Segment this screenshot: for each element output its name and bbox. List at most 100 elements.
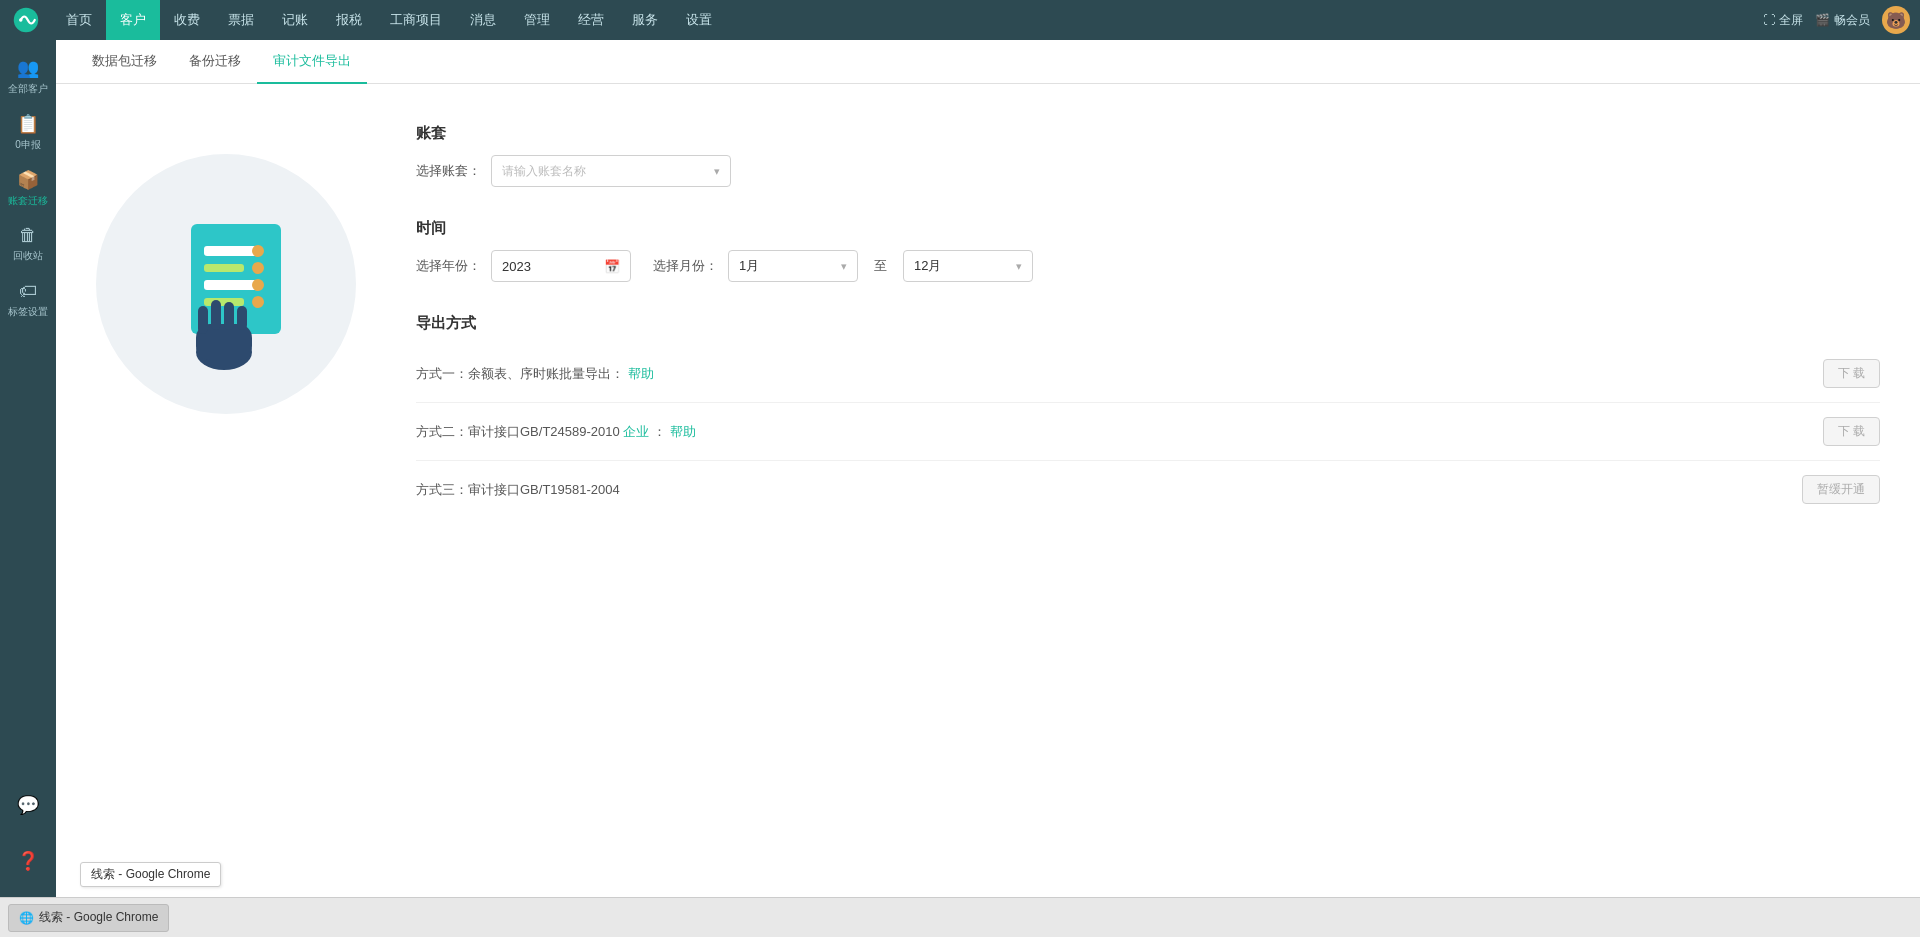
export-method-3-label: 方式三：审计接口GB/T19581-2004 [416, 482, 620, 497]
export-method-2-text: 方式二：审计接口GB/T24589-2010 企业 ： 帮助 [416, 423, 696, 441]
year-label: 选择年份： [416, 257, 481, 275]
all-customers-icon: 👥 [17, 57, 39, 79]
tab-audit-export[interactable]: 审计文件导出 [257, 40, 367, 84]
chrome-icon: 🌐 [19, 911, 34, 925]
nav-item-收费[interactable]: 收费 [160, 0, 214, 40]
time-section-title: 时间 [416, 219, 1880, 238]
page-content: 账套 选择账套： 请输入账套名称 ▾ 时间 选择年份： [56, 84, 1920, 897]
sidebar-item-zero-report[interactable]: 📋 0申报 [2, 106, 54, 158]
export-section: 导出方式 方式一：余额表、序时账批量导出： 帮助 下 载 方式二：审计接口GB/… [416, 314, 1880, 518]
user-avatar[interactable]: 🐻 [1882, 6, 1910, 34]
export-method-1-label: 方式一：余额表、序时账批量导出： [416, 366, 624, 381]
account-section-title: 账套 [416, 124, 1880, 143]
export-method-2-help-link[interactable]: 帮助 [670, 424, 696, 439]
tab-backup-migration-label: 备份迁移 [189, 52, 241, 70]
form-area: 账套 选择账套： 请输入账套名称 ▾ 时间 选择年份： [416, 114, 1880, 518]
illustration-area [96, 154, 356, 414]
nav-item-工商项目[interactable]: 工商项目 [376, 0, 456, 40]
illustration-svg [146, 194, 306, 374]
svg-rect-4 [204, 264, 244, 272]
svg-rect-15 [224, 302, 234, 330]
account-select-dropdown[interactable]: 请输入账套名称 ▾ [491, 155, 731, 187]
nav-item-票据[interactable]: 票据 [214, 0, 268, 40]
vip-button[interactable]: 🎬 畅会员 [1815, 12, 1870, 29]
nav-item-首页[interactable]: 首页 [52, 0, 106, 40]
export-method-3-vip-btn[interactable]: 暂缓开通 [1802, 475, 1880, 504]
sidebar-label-recycle: 回收站 [13, 249, 43, 263]
sidebar-label-all-customers: 全部客户 [8, 82, 48, 96]
export-method-2-download-btn[interactable]: 下 载 [1823, 417, 1880, 446]
calendar-icon: 📅 [604, 259, 620, 274]
sidebar-label-tag-settings: 标签设置 [8, 305, 48, 319]
month-start-select[interactable]: 1月 ▾ [728, 250, 858, 282]
tab-backup-migration[interactable]: 备份迁移 [173, 40, 257, 84]
time-section: 时间 选择年份： 2023 📅 选择月份： 1月 ▾ 至 [416, 219, 1880, 290]
month-label: 选择月份： [653, 257, 718, 275]
svg-rect-3 [204, 246, 259, 256]
account-select-label: 选择账套： [416, 162, 481, 180]
export-method-3-text: 方式三：审计接口GB/T19581-2004 [416, 481, 620, 499]
month-end-value: 12月 [914, 257, 941, 275]
taskbar-chrome-label: 线索 - Google Chrome [39, 909, 158, 926]
export-method-1-download-btn[interactable]: 下 载 [1823, 359, 1880, 388]
sidebar-item-recycle[interactable]: 🗑 回收站 [2, 218, 54, 270]
fullscreen-button[interactable]: ⛶ 全屏 [1763, 12, 1803, 29]
nav-item-设置[interactable]: 设置 [672, 0, 726, 40]
svg-point-8 [252, 262, 264, 274]
nav-item-经营[interactable]: 经营 [564, 0, 618, 40]
sidebar-item-all-customers[interactable]: 👥 全部客户 [2, 50, 54, 102]
tab-audit-export-label: 审计文件导出 [273, 52, 351, 70]
export-section-title: 导出方式 [416, 314, 1880, 333]
sidebar-item-account-migration[interactable]: 📦 账套迁移 [2, 162, 54, 214]
tab-bar: 数据包迁移 备份迁移 审计文件导出 [56, 40, 1920, 84]
tooltip-text: 线索 - Google Chrome [91, 867, 210, 881]
taskbar-chrome-item[interactable]: 🌐 线索 - Google Chrome [8, 904, 169, 932]
nav-item-报税[interactable]: 报税 [322, 0, 376, 40]
nav-item-客户[interactable]: 客户 [106, 0, 160, 40]
export-method-3: 方式三：审计接口GB/T19581-2004 暂缓开通 [416, 461, 1880, 518]
vip-label: 畅会员 [1834, 12, 1870, 29]
sidebar-item-message[interactable]: 💬 [2, 779, 54, 831]
export-method-2-enterprise: 企业 [623, 424, 649, 439]
account-select-placeholder: 请输入账套名称 [502, 163, 586, 180]
tab-data-migration-label: 数据包迁移 [92, 52, 157, 70]
svg-point-9 [252, 279, 264, 291]
zero-report-icon: 📋 [17, 113, 39, 135]
svg-point-10 [252, 296, 264, 308]
fullscreen-icon: ⛶ [1763, 13, 1775, 27]
tag-icon: 🏷 [19, 281, 37, 302]
app-logo[interactable] [10, 4, 42, 36]
svg-rect-6 [204, 298, 244, 306]
time-row: 选择年份： 2023 📅 选择月份： 1月 ▾ 至 12月 [416, 250, 1880, 282]
svg-rect-14 [211, 300, 221, 330]
top-navigation: 首页客户收费票据记账报税工商项目消息管理经营服务设置 ⛶ 全屏 🎬 畅会员 🐻 [0, 0, 1920, 40]
svg-rect-16 [237, 306, 247, 330]
tab-data-migration[interactable]: 数据包迁移 [76, 40, 173, 84]
month-end-chevron: ▾ [1016, 260, 1022, 273]
export-method-2-label: 方式二：审计接口GB/T24589-2010 [416, 424, 620, 439]
month-start-chevron: ▾ [841, 260, 847, 273]
svg-point-1 [19, 18, 23, 22]
sidebar-item-tag-settings[interactable]: 🏷 标签设置 [2, 274, 54, 326]
svg-rect-13 [198, 306, 208, 334]
recycle-icon: 🗑 [19, 225, 37, 246]
main-layout: 👥 全部客户 📋 0申报 📦 账套迁移 🗑 回收站 🏷 标签设置 💬 ❓ [0, 40, 1920, 897]
fullscreen-label: 全屏 [1779, 12, 1803, 29]
nav-item-消息[interactable]: 消息 [456, 0, 510, 40]
content-area: 数据包迁移 备份迁移 审计文件导出 [56, 40, 1920, 897]
nav-item-记账[interactable]: 记账 [268, 0, 322, 40]
export-method-1-text: 方式一：余额表、序时账批量导出： 帮助 [416, 365, 654, 383]
nav-item-服务[interactable]: 服务 [618, 0, 672, 40]
sidebar-item-help[interactable]: ❓ [2, 835, 54, 887]
export-method-1-help-link[interactable]: 帮助 [628, 366, 654, 381]
nav-items: 首页客户收费票据记账报税工商项目消息管理经营服务设置 [52, 0, 1763, 40]
month-end-select[interactable]: 12月 ▾ [903, 250, 1033, 282]
year-select[interactable]: 2023 📅 [491, 250, 631, 282]
sidebar-label-account-migration: 账套迁移 [8, 194, 48, 208]
nav-item-管理[interactable]: 管理 [510, 0, 564, 40]
nav-right: ⛶ 全屏 🎬 畅会员 🐻 [1763, 6, 1910, 34]
vip-icon: 🎬 [1815, 13, 1830, 27]
sidebar-bottom: 💬 ❓ [2, 779, 54, 897]
account-section: 账套 选择账套： 请输入账套名称 ▾ [416, 124, 1880, 195]
year-value: 2023 [502, 259, 531, 274]
